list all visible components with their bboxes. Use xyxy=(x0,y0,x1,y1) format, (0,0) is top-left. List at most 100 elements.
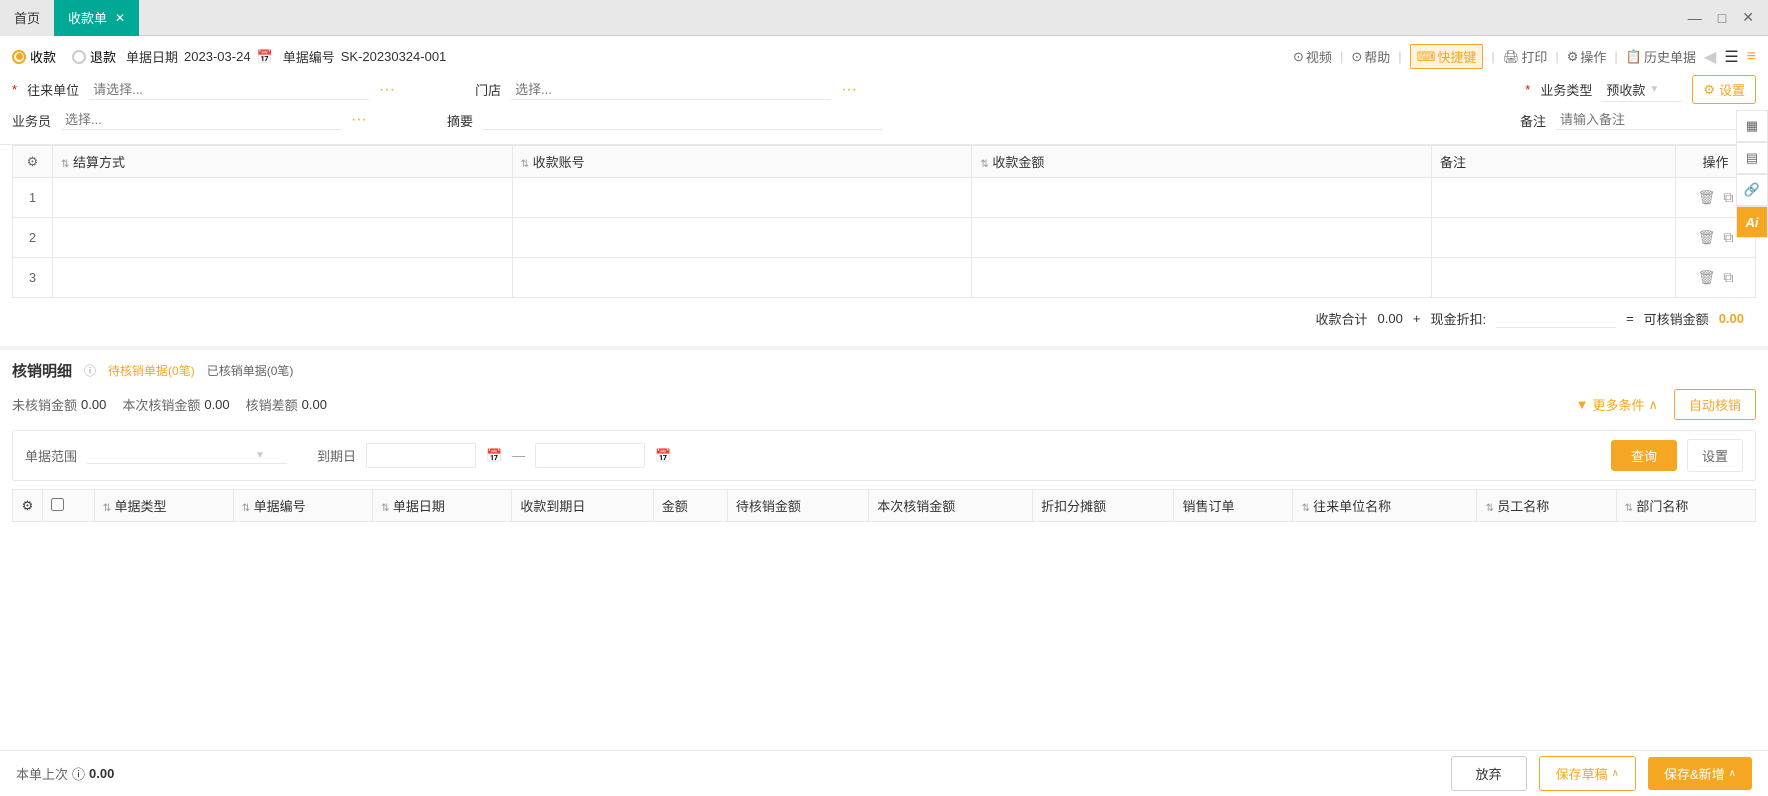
row-2-account[interactable] xyxy=(512,218,972,258)
radio-refund[interactable]: 退款 xyxy=(72,47,116,66)
calendar-icon[interactable]: 📅 xyxy=(257,49,273,65)
row-3-delete-btn[interactable]: 🗑 xyxy=(1698,269,1716,286)
right-panel-btn-3[interactable]: 🔗 xyxy=(1736,174,1768,206)
staff-input[interactable] xyxy=(61,110,341,130)
nav-menu[interactable]: ☰ xyxy=(1724,47,1738,67)
main-content: 收款 退款 单据日期 2023-03-24 📅 单据编号 SK-20230324… xyxy=(0,36,1768,796)
auto-verify-button[interactable]: 自动核销 xyxy=(1674,389,1756,420)
store-more-btn[interactable]: ··· xyxy=(841,81,857,99)
row-1-delete-btn[interactable]: 🗑 xyxy=(1698,189,1716,206)
nav-orange-icon[interactable]: ≡ xyxy=(1747,48,1756,66)
col-checkbox[interactable]: ⚙ xyxy=(13,490,43,522)
partner-input[interactable] xyxy=(89,80,369,100)
row-2-delete-btn[interactable]: 🗑 xyxy=(1698,229,1716,246)
discount-label: 现金折扣: xyxy=(1430,309,1486,328)
save-draft-chevron: ∧ xyxy=(1612,768,1619,779)
filter-row: 单据范围 ▼ 到期日 2022-04-01 📅 — 2022-04-12 📅 查… xyxy=(12,430,1756,481)
settings-button[interactable]: ⚙ 设置 xyxy=(1692,75,1756,104)
nav-prev[interactable]: ◀ xyxy=(1704,47,1716,67)
video-icon: ⊙ xyxy=(1293,49,1304,65)
col-gear[interactable]: ⚙ xyxy=(13,146,53,178)
verify-tab-done[interactable]: 已核销单据(0笔) xyxy=(207,362,294,379)
verify-tab-pending[interactable]: 待核销单据(0笔) xyxy=(108,362,195,379)
bottom-info: 本单上次 ⓘ 0.00 xyxy=(16,764,114,783)
gear-lower-icon[interactable]: ⚙ xyxy=(22,498,34,513)
verify-section: 核销明细 ⓘ 待核销单据(0笔) 已核销单据(0笔) 未核销金额 0.00 本次… xyxy=(0,346,1768,532)
sort-icon-staff: ⇅ xyxy=(1485,503,1493,514)
bill-date-value[interactable]: 2023-03-24 xyxy=(184,49,251,64)
store-input[interactable] xyxy=(511,80,831,100)
query-button[interactable]: 查询 xyxy=(1611,440,1677,471)
save-new-button[interactable]: 保存&新增 ∧ xyxy=(1648,757,1752,790)
staff-more-btn[interactable]: ··· xyxy=(351,111,367,129)
date-to-input[interactable]: 2022-04-12 xyxy=(535,443,645,468)
summary-input[interactable] xyxy=(483,110,883,130)
window-close[interactable]: ✕ xyxy=(1738,7,1758,28)
range-dropdown[interactable]: ▼ xyxy=(87,448,287,464)
row-1-copy-btn[interactable]: ⧉ xyxy=(1723,189,1733,206)
tab-receipt[interactable]: 收款单 ✕ xyxy=(54,0,139,36)
select-all-checkbox[interactable] xyxy=(51,498,64,511)
tab-home[interactable]: 首页 xyxy=(0,0,54,36)
toolbar-ops-label: 操作 xyxy=(1580,47,1606,66)
row-3-copy-btn[interactable]: ⧉ xyxy=(1723,269,1733,286)
toolbar-video-label: 视频 xyxy=(1306,47,1332,66)
col-note: 备注 xyxy=(1431,146,1675,178)
toolbar-history[interactable]: 📋 历史单据 xyxy=(1626,47,1696,66)
cal-to-icon[interactable]: 📅 xyxy=(655,448,671,464)
row-2-seq: 2 xyxy=(13,218,53,258)
row-1-amount[interactable] xyxy=(972,178,1432,218)
partner-more-btn[interactable]: ··· xyxy=(379,81,395,99)
col-bill-type: ⇅ 单据类型 xyxy=(94,490,233,522)
stat-unchecked: 未核销金额 0.00 xyxy=(12,395,106,414)
toolbar-print[interactable]: 🖨 打印 xyxy=(1503,47,1548,66)
toolbar-video[interactable]: ⊙ 视频 xyxy=(1293,47,1332,66)
gear-icon[interactable]: ⚙ xyxy=(27,154,39,169)
date-label: 到期日 xyxy=(317,446,356,465)
col-dept-name: ⇅ 部门名称 xyxy=(1616,490,1755,522)
discard-button[interactable]: 放弃 xyxy=(1451,756,1527,791)
right-panel-btn-ai[interactable]: Ai xyxy=(1736,206,1768,238)
ai-icon: Ai xyxy=(1746,215,1759,230)
row-2-settle[interactable] xyxy=(53,218,513,258)
more-conditions-btn[interactable]: ▼ 更多条件 ∧ xyxy=(1576,395,1658,414)
row-3-account[interactable] xyxy=(512,258,972,298)
col-staff-name: ⇅ 员工名称 xyxy=(1477,490,1616,522)
col-checkbox-check[interactable] xyxy=(43,490,95,522)
discount-input[interactable] xyxy=(1496,308,1616,328)
tab-receipt-label: 收款单 xyxy=(68,8,107,27)
right-icon-2: ▤ xyxy=(1746,150,1758,166)
bill-no-value[interactable]: SK-20230324-001 xyxy=(341,49,447,64)
row-1-account[interactable] xyxy=(512,178,972,218)
date-from-input[interactable]: 2022-04-01 xyxy=(366,443,476,468)
right-panel-btn-1[interactable]: ▦ xyxy=(1736,110,1768,142)
bottom-info-icon[interactable]: ⓘ xyxy=(72,764,85,783)
row-2-amount[interactable] xyxy=(972,218,1432,258)
toolbar-ops[interactable]: ⚙ 操作 xyxy=(1567,47,1607,66)
row-2-copy-btn[interactable]: ⧉ xyxy=(1723,229,1733,246)
biz-type-required: * xyxy=(1525,82,1530,97)
verify-info-icon[interactable]: ⓘ xyxy=(84,362,96,379)
radio-refund-label: 退款 xyxy=(90,47,116,66)
form-row-1: 收款 退款 单据日期 2023-03-24 📅 单据编号 SK-20230324… xyxy=(12,44,1756,69)
save-draft-button[interactable]: 保存草稿 ∧ xyxy=(1539,756,1636,791)
cal-from-icon[interactable]: 📅 xyxy=(486,448,502,464)
row-1-note[interactable] xyxy=(1431,178,1675,218)
biz-type-dropdown[interactable]: 预收款 ▼ xyxy=(1602,78,1682,102)
row-1-settle[interactable] xyxy=(53,178,513,218)
radio-receive[interactable]: 收款 xyxy=(12,47,56,66)
right-panel-btn-2[interactable]: ▤ xyxy=(1736,142,1768,174)
remark-input[interactable] xyxy=(1556,110,1756,130)
tab-receipt-close[interactable]: ✕ xyxy=(115,11,125,25)
history-icon: 📋 xyxy=(1626,49,1642,65)
toolbar-help[interactable]: ⊙ 帮助 xyxy=(1351,47,1390,66)
toolbar-shortcut[interactable]: ⌨ 快捷键 xyxy=(1410,44,1484,69)
row-3-amount[interactable] xyxy=(972,258,1432,298)
window-minimize[interactable]: — xyxy=(1684,8,1706,28)
row-3-settle[interactable] xyxy=(53,258,513,298)
sort-icon-bill-date: ⇅ xyxy=(381,503,389,514)
row-2-note[interactable] xyxy=(1431,218,1675,258)
row-3-note[interactable] xyxy=(1431,258,1675,298)
table-setting-button[interactable]: 设置 xyxy=(1687,439,1743,472)
window-maximize[interactable]: □ xyxy=(1714,8,1730,28)
